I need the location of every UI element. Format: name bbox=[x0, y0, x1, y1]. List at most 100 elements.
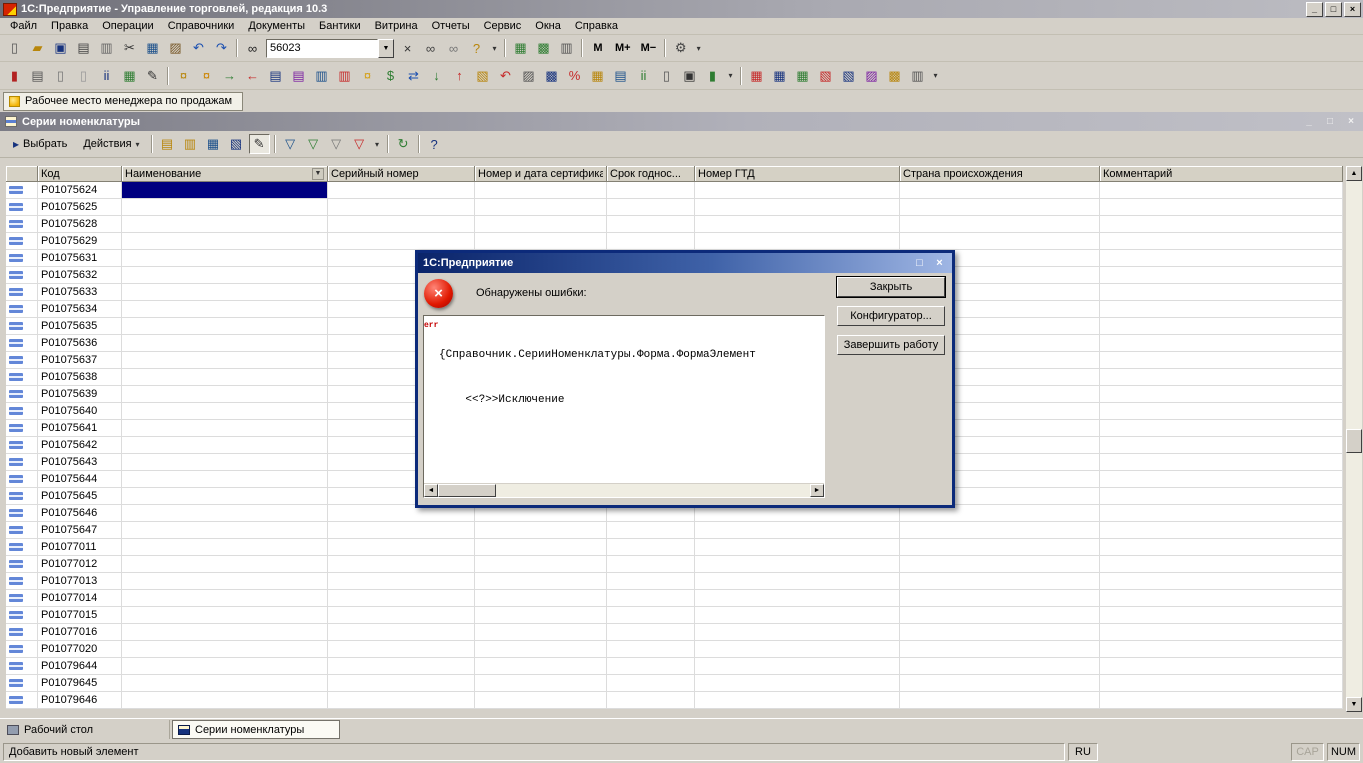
actions-button[interactable]: Действия ▾ bbox=[75, 134, 147, 155]
settings-dropdown-caret-icon[interactable]: ▾ bbox=[693, 38, 704, 58]
quick-search-combo-input[interactable] bbox=[266, 38, 378, 58]
docs-dropdown-caret-icon[interactable]: ▾ bbox=[725, 66, 736, 86]
refresh-icon[interactable]: ↻ bbox=[393, 134, 414, 154]
menu-item[interactable]: Сервис bbox=[477, 19, 529, 33]
service-settings-icon[interactable]: ⚙ bbox=[670, 38, 691, 58]
payment-in-icon[interactable]: → bbox=[219, 66, 240, 86]
doc-copy-2-icon[interactable]: ▯ bbox=[73, 66, 94, 86]
report-stock-icon[interactable]: ▦ bbox=[769, 66, 790, 86]
series-icon[interactable]: ▤ bbox=[610, 66, 631, 86]
find-icon[interactable]: ∞ bbox=[242, 38, 263, 58]
scroll-up-icon[interactable]: ▲ bbox=[1346, 166, 1362, 181]
spreadsheet-icon[interactable]: ▦ bbox=[510, 38, 531, 58]
horizontal-scroll-track[interactable] bbox=[438, 484, 810, 497]
vertical-scroll-thumb[interactable] bbox=[1346, 428, 1362, 453]
cash-in-icon[interactable]: ¤ bbox=[173, 66, 194, 86]
menu-item[interactable]: Отчеты bbox=[425, 19, 477, 33]
cash-out-icon[interactable]: ¤ bbox=[196, 66, 217, 86]
doc-journal-icon[interactable]: ▨ bbox=[518, 66, 539, 86]
close-button[interactable]: × bbox=[1344, 1, 1361, 17]
menu-item[interactable]: Справка bbox=[568, 19, 625, 33]
move-item-icon[interactable]: ▦ bbox=[203, 134, 224, 154]
column-header[interactable]: Код bbox=[38, 166, 122, 182]
calculator-icon[interactable]: ▥ bbox=[556, 38, 577, 58]
list-view-icon[interactable]: ▥ bbox=[180, 134, 201, 154]
menu-item[interactable]: Бантики bbox=[312, 19, 368, 33]
column-header[interactable] bbox=[6, 166, 38, 182]
table-row[interactable]: P01077011 bbox=[6, 539, 1343, 556]
coins-icon[interactable]: ¤ bbox=[357, 66, 378, 86]
table-icon[interactable]: ▦ bbox=[119, 66, 140, 86]
filter-off-icon[interactable]: ▽ bbox=[349, 134, 370, 154]
filter-icon[interactable]: ▽ bbox=[280, 134, 301, 154]
vertical-scrollbar[interactable]: ▲ ▼ bbox=[1346, 166, 1362, 712]
table-row[interactable]: P01079646 bbox=[6, 692, 1343, 709]
memory-button[interactable]: M bbox=[587, 38, 609, 58]
print-form-icon[interactable]: ▤ bbox=[27, 66, 48, 86]
memory-plus-button[interactable]: M+ bbox=[611, 38, 635, 58]
column-header[interactable]: Страна происхождения bbox=[900, 166, 1100, 182]
close-error-button[interactable]: Закрыть bbox=[837, 277, 945, 297]
filter-by-value-icon[interactable]: ▽ bbox=[303, 134, 324, 154]
table-row[interactable]: P01075625 bbox=[6, 199, 1343, 216]
table-row[interactable]: P01077012 bbox=[6, 556, 1343, 573]
save-icon[interactable]: ▣ bbox=[50, 38, 71, 58]
configurator-button[interactable]: Конфигуратор... bbox=[837, 306, 945, 326]
table-row[interactable]: P01077016 bbox=[6, 624, 1343, 641]
paste-icon[interactable]: ▨ bbox=[165, 38, 186, 58]
undo-icon[interactable]: ↶ bbox=[188, 38, 209, 58]
table-row[interactable]: P01077014 bbox=[6, 590, 1343, 607]
quick-search-combo-drop-icon[interactable]: ▼ bbox=[378, 38, 394, 58]
select-button[interactable]: ▸ Выбрать bbox=[5, 134, 75, 155]
workspace-tab[interactable]: Рабочее место менеджера по продажам bbox=[3, 91, 244, 111]
clear-search-icon[interactable]: × bbox=[397, 38, 418, 58]
table-row[interactable]: P01075647 bbox=[6, 522, 1343, 539]
filter-dropdown-caret-icon[interactable]: ▾ bbox=[372, 134, 383, 154]
table-row[interactable]: P01075629 bbox=[6, 233, 1343, 250]
open-icon[interactable]: ▰ bbox=[27, 38, 48, 58]
new-document-icon[interactable]: ▯ bbox=[4, 38, 25, 58]
report-money-icon[interactable]: ▦ bbox=[792, 66, 813, 86]
window-tab-desktop[interactable]: Рабочий стол bbox=[2, 720, 170, 739]
dialog-maximize-button[interactable]: □ bbox=[912, 257, 927, 269]
dialog-close-button[interactable]: × bbox=[932, 257, 947, 269]
scroll-left-icon[interactable]: ◄ bbox=[424, 484, 438, 497]
search-in-list-icon[interactable]: ▧ bbox=[226, 134, 247, 154]
redo-icon[interactable]: ↷ bbox=[211, 38, 232, 58]
menu-item[interactable]: Операции bbox=[95, 19, 160, 33]
discount-icon[interactable]: % bbox=[564, 66, 585, 86]
doc-copy-icon[interactable]: ▯ bbox=[50, 66, 71, 86]
print-preview-icon[interactable]: ▥ bbox=[96, 38, 117, 58]
green-doc-icon[interactable]: ▮ bbox=[702, 66, 723, 86]
edit-in-dialog-icon[interactable]: ✎ bbox=[248, 134, 270, 154]
help-icon[interactable]: ? bbox=[424, 134, 445, 154]
reports-dropdown-caret-icon[interactable]: ▾ bbox=[930, 66, 941, 86]
report-sales-icon[interactable]: ▦ bbox=[746, 66, 767, 86]
shutdown-button[interactable]: Завершить работу bbox=[837, 335, 945, 355]
menu-item[interactable]: Правка bbox=[44, 19, 95, 33]
menu-item[interactable]: Документы bbox=[241, 19, 312, 33]
hierarchy-view-icon[interactable]: ▤ bbox=[157, 134, 178, 154]
address-book-icon[interactable]: ▮ bbox=[4, 66, 25, 86]
scroll-right-icon[interactable]: ► bbox=[810, 484, 824, 497]
child-minimize-button[interactable]: _ bbox=[1302, 116, 1316, 127]
payment-out-icon[interactable]: ← bbox=[242, 66, 263, 86]
warehouse-in-icon[interactable]: ↓ bbox=[426, 66, 447, 86]
column-header[interactable]: Наименование ▼ bbox=[122, 166, 328, 182]
warehouse-out-icon[interactable]: ↑ bbox=[449, 66, 470, 86]
scroll-down-icon[interactable]: ▼ bbox=[1346, 697, 1362, 712]
table-row[interactable]: P01079645 bbox=[6, 675, 1343, 692]
table-edit-icon[interactable]: ▩ bbox=[533, 38, 554, 58]
report-settings-icon[interactable]: ▥ bbox=[907, 66, 928, 86]
counterparty-icon[interactable]: ii bbox=[96, 66, 117, 86]
purchase-doc-icon[interactable]: ▥ bbox=[311, 66, 332, 86]
cash-register-icon[interactable]: ▣ bbox=[679, 66, 700, 86]
table-row[interactable]: P01077015 bbox=[6, 607, 1343, 624]
child-restore-button[interactable]: □ bbox=[1323, 116, 1337, 127]
table-row[interactable]: P01075624 bbox=[6, 182, 1343, 199]
sort-indicator-icon[interactable]: ▼ bbox=[312, 167, 324, 180]
table-row[interactable]: P01077020 bbox=[6, 641, 1343, 658]
horizontal-scroll-thumb[interactable] bbox=[438, 484, 496, 497]
invoice-out-icon[interactable]: ▤ bbox=[288, 66, 309, 86]
report-debt-icon[interactable]: ▧ bbox=[815, 66, 836, 86]
